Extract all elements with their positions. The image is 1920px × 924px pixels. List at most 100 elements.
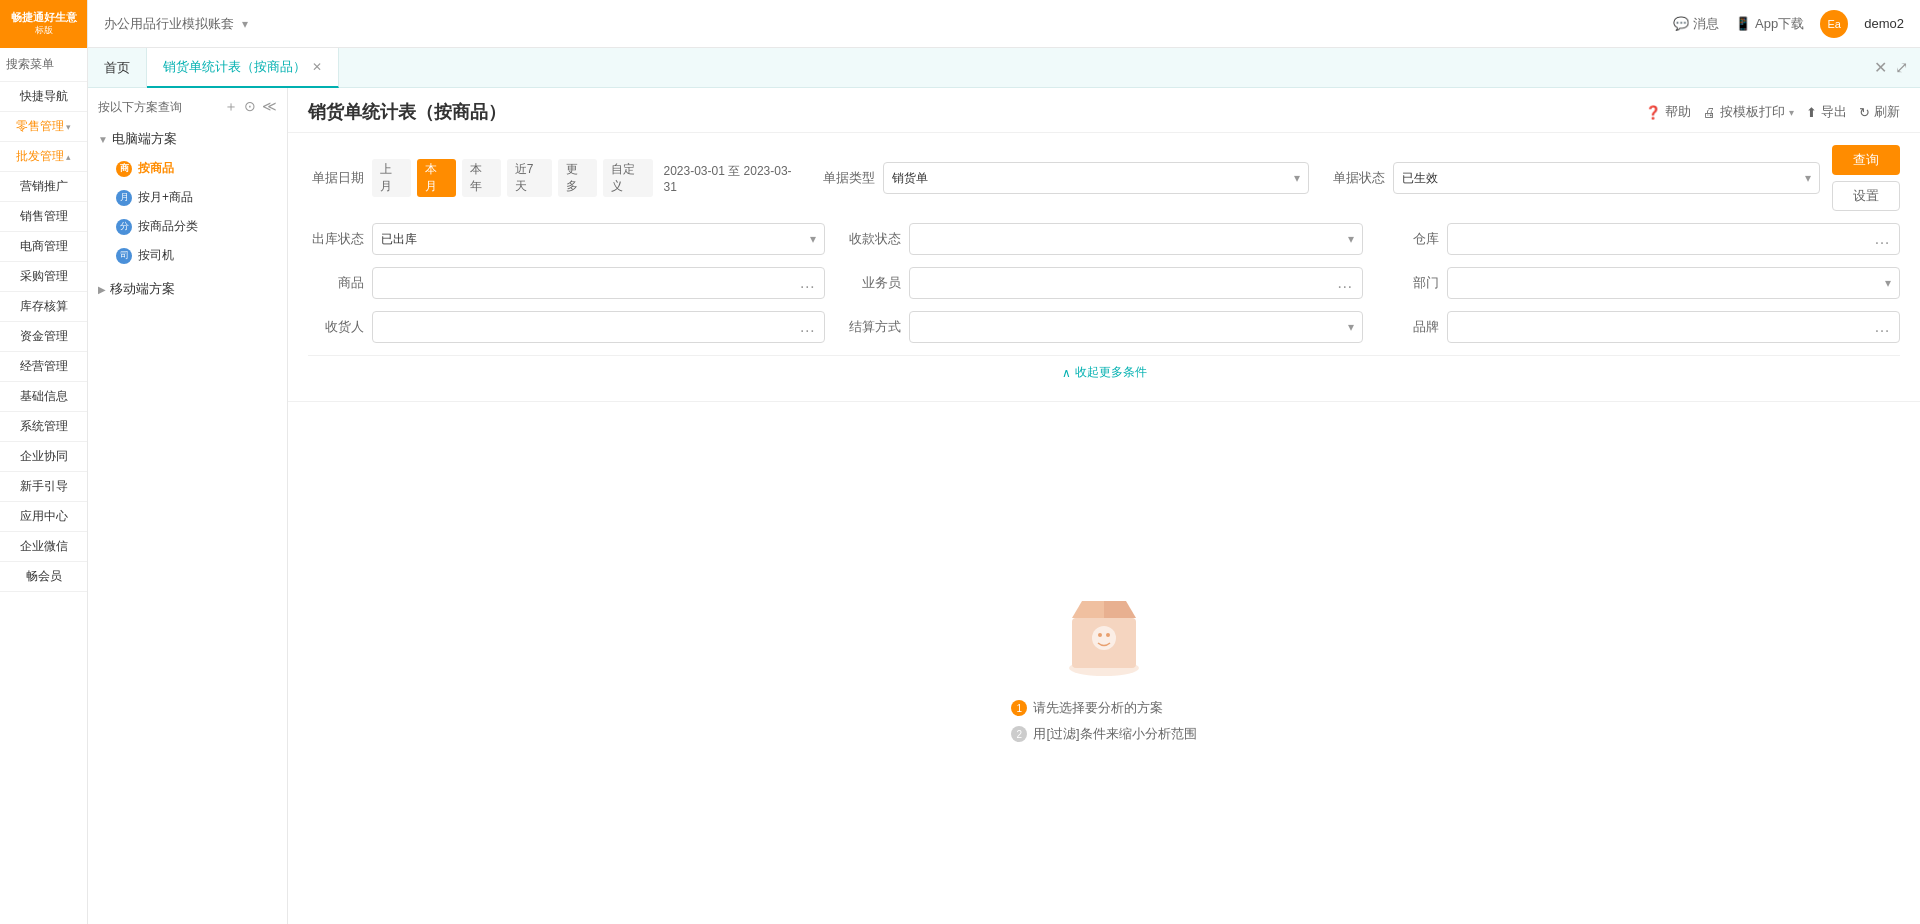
payment-label: 结算方式 — [845, 318, 901, 336]
sidebar-item-marketing[interactable]: 营销推广 — [0, 172, 87, 202]
industry-title: 办公用品行业模拟账套 — [104, 15, 234, 33]
sidebar-quick-nav[interactable]: 快捷导航 — [0, 82, 87, 112]
tree-item-by-month-goods[interactable]: 月 按月+商品 — [88, 183, 287, 212]
staff-label: 业务员 — [845, 274, 901, 292]
warehouse-input[interactable]: … — [1447, 223, 1900, 255]
svg-point-4 — [1106, 633, 1110, 637]
tab-close-icon[interactable]: ✕ — [312, 60, 322, 74]
add-scheme-icon[interactable]: ＋ — [224, 98, 238, 116]
sidebar-item-finance[interactable]: 资金管理 — [0, 322, 87, 352]
sidebar-item-wechat[interactable]: 企业微信 — [0, 532, 87, 562]
username: demo2 — [1864, 16, 1904, 31]
sidebar-item-purchase[interactable]: 采购管理 — [0, 262, 87, 292]
sidebar-item-sales[interactable]: 销售管理 — [0, 202, 87, 232]
date-tag-this-year[interactable]: 本年 — [462, 159, 501, 197]
tab-maximize-controls: ✕ ⤢ — [1862, 58, 1920, 77]
sidebar-item-cooperation[interactable]: 企业协同 — [0, 442, 87, 472]
panel-header-icons: ＋ ⊙ ≪ — [224, 98, 277, 116]
receipt-status-input[interactable]: ▾ — [909, 223, 1362, 255]
tree-item-icon-goods: 商 — [116, 161, 132, 177]
tree-parent-pc[interactable]: ▼ 电脑端方案 — [88, 124, 287, 154]
logo-sub: 标版 — [35, 24, 53, 37]
download-icon: 📱 — [1735, 16, 1751, 31]
empty-state: 1 请先选择要分析的方案 2 用[过滤]条件来缩小分析范围 — [288, 402, 1920, 924]
header-left: 办公用品行业模拟账套 ▾ — [104, 15, 248, 33]
payment-input[interactable]: ▾ — [909, 311, 1362, 343]
sidebar-item-basic[interactable]: 基础信息 — [0, 382, 87, 412]
tree-group-mobile: ▶ 移动端方案 — [88, 274, 287, 304]
export-button[interactable]: ⬆ 导出 — [1806, 103, 1847, 121]
message-icon: 💬 — [1673, 16, 1689, 31]
sidebar-item-management[interactable]: 经营管理 — [0, 352, 87, 382]
date-tag-this-month[interactable]: 本月 — [417, 159, 456, 197]
date-tag-last-month[interactable]: 上月 — [372, 159, 411, 197]
date-filter-options: 上月 本月 本年 近7天 更多 自定义 2023-03-01 至 2023-03… — [372, 159, 799, 197]
date-tag-custom[interactable]: 自定义 — [603, 159, 653, 197]
goods-input[interactable]: … — [372, 267, 825, 299]
sidebar-search-label[interactable]: 搜索菜单 — [0, 48, 87, 82]
brand-label: 品牌 — [1383, 318, 1439, 336]
payment-chevron-icon: ▾ — [1348, 320, 1354, 334]
help-button[interactable]: ❓ 帮助 — [1645, 103, 1691, 121]
title-actions: ❓ 帮助 🖨 按模板打印 ▾ ⬆ 导出 ↻ 刷新 — [1645, 103, 1900, 121]
brand-input[interactable]: … — [1447, 311, 1900, 343]
receiver-input[interactable]: … — [372, 311, 825, 343]
staff-input[interactable]: … — [909, 267, 1362, 299]
message-button[interactable]: 💬 消息 — [1673, 15, 1719, 33]
sidebar-item-retail[interactable]: 零售管理 ▾ — [0, 112, 87, 142]
avatar[interactable]: Ea — [1820, 10, 1848, 38]
help-icon: ❓ — [1645, 105, 1661, 120]
tab-bar: 首页 销货单统计表（按商品） ✕ ✕ ⤢ — [88, 48, 1920, 88]
dept-input[interactable]: ▾ — [1447, 267, 1900, 299]
filter-out-status: 出库状态 已出库 ▾ — [308, 223, 825, 255]
filter-warehouse: 仓库 … — [1383, 223, 1900, 255]
export-icon: ⬆ — [1806, 105, 1817, 120]
filter-staff: 业务员 … — [845, 267, 1362, 299]
sidebar-item-member[interactable]: 畅会员 — [0, 562, 87, 592]
sidebar-item-ecommerce[interactable]: 电商管理 — [0, 232, 87, 262]
refresh-button[interactable]: ↻ 刷新 — [1859, 103, 1900, 121]
tree-item-by-driver[interactable]: 司 按司机 — [88, 241, 287, 270]
tab-sales-stats[interactable]: 销货单统计表（按商品） ✕ — [147, 48, 339, 88]
sidebar-item-guide[interactable]: 新手引导 — [0, 472, 87, 502]
date-tag-7days[interactable]: 近7天 — [507, 159, 552, 197]
svg-point-2 — [1092, 626, 1116, 650]
collapse-filter-button[interactable]: ∧ 收起更多条件 — [308, 355, 1900, 389]
sidebar-item-apps[interactable]: 应用中心 — [0, 502, 87, 532]
date-range-value: 2023-03-01 至 2023-03-31 — [663, 163, 798, 194]
sidebar-item-wholesale[interactable]: 批发管理 ▴ — [0, 142, 87, 172]
out-status-chevron-icon: ▾ — [810, 232, 816, 246]
receiver-label: 收货人 — [308, 318, 364, 336]
settings-scheme-icon[interactable]: ⊙ — [244, 98, 256, 116]
close-window-icon[interactable]: ✕ — [1874, 58, 1887, 77]
app-download-button[interactable]: 📱 App下载 — [1735, 15, 1804, 33]
warehouse-label: 仓库 — [1383, 230, 1439, 248]
maximize-icon[interactable]: ⤢ — [1895, 58, 1908, 77]
collapse-panel-icon[interactable]: ≪ — [262, 98, 277, 116]
tree-item-by-category[interactable]: 分 按商品分类 — [88, 212, 287, 241]
print-button[interactable]: 🖨 按模板打印 ▾ — [1703, 103, 1794, 121]
settings-button[interactable]: 设置 — [1832, 181, 1900, 211]
page-body: 按以下方案查询 ＋ ⊙ ≪ ▼ 电脑端方案 商 按商品 月 — [88, 88, 1920, 924]
filter-row-4: 收货人 … 结算方式 ▾ — [308, 311, 1900, 343]
doc-status-input[interactable]: 已生效 ▾ — [1393, 162, 1820, 194]
tab-home[interactable]: 首页 — [88, 48, 147, 88]
right-content: 销货单统计表（按商品） ❓ 帮助 🖨 按模板打印 ▾ ⬆ 导出 — [288, 88, 1920, 924]
doc-type-input[interactable]: 销货单 ▾ — [883, 162, 1310, 194]
tree-item-by-goods[interactable]: 商 按商品 — [88, 154, 287, 183]
empty-tips: 1 请先选择要分析的方案 2 用[过滤]条件来缩小分析范围 — [1011, 699, 1196, 743]
tree-collapse-icon: ▶ — [98, 284, 106, 295]
date-tag-more[interactable]: 更多 — [558, 159, 597, 197]
page-title-bar: 销货单统计表（按商品） ❓ 帮助 🖨 按模板打印 ▾ ⬆ 导出 — [288, 88, 1920, 133]
print-icon: 🖨 — [1703, 105, 1716, 120]
query-button[interactable]: 查询 — [1832, 145, 1900, 175]
tree-parent-mobile[interactable]: ▶ 移动端方案 — [88, 274, 287, 304]
refresh-icon: ↻ — [1859, 105, 1870, 120]
sidebar-item-inventory[interactable]: 库存核算 — [0, 292, 87, 322]
filter-row-3: 商品 … 业务员 … — [308, 267, 1900, 299]
industry-dropdown-icon[interactable]: ▾ — [242, 17, 248, 31]
logo-title: 畅捷通好生意 — [11, 11, 77, 24]
sidebar-item-system[interactable]: 系统管理 — [0, 412, 87, 442]
warehouse-dots-icon: … — [1874, 230, 1891, 248]
out-status-input[interactable]: 已出库 ▾ — [372, 223, 825, 255]
